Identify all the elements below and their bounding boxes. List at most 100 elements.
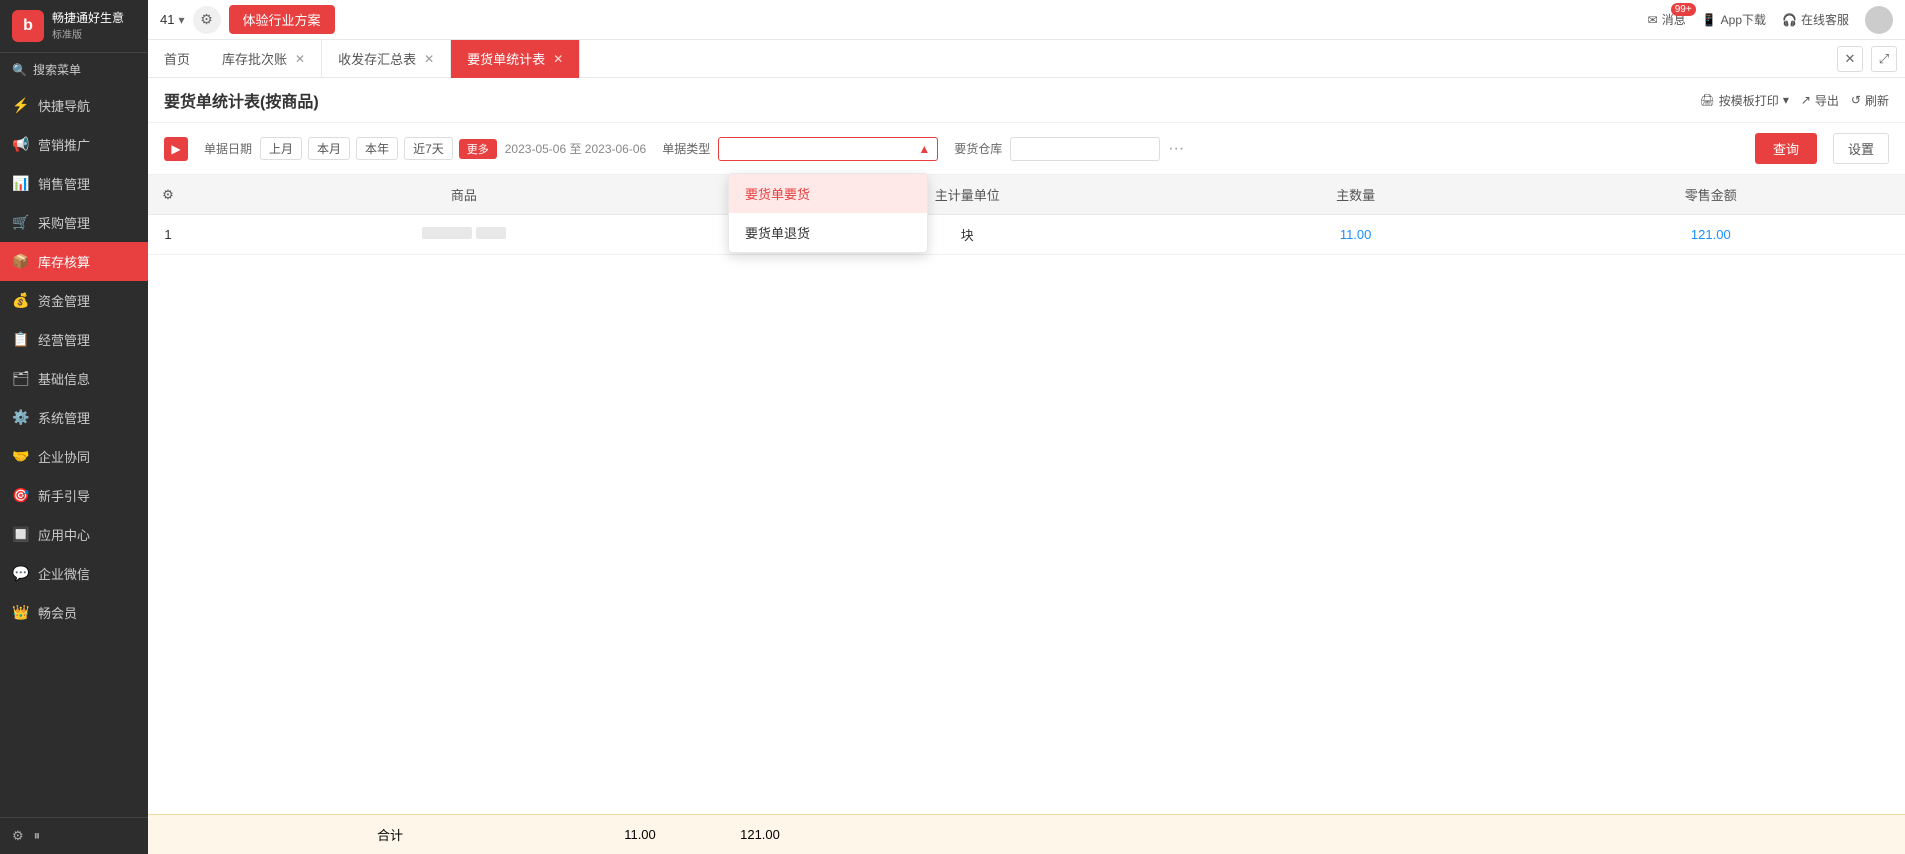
app-edition: 标准版 (52, 26, 124, 41)
sidebar-item-purchase[interactable]: 🛒 采购管理 (0, 203, 148, 242)
date-filter-label: 单据日期 (204, 140, 252, 157)
sidebar-guide-label: 新手引导 (38, 486, 90, 505)
sidebar-item-system[interactable]: ⚙️ 系统管理 (0, 398, 148, 437)
quantity-link[interactable]: 11.00 (1340, 227, 1372, 242)
sidebar-item-member[interactable]: 👑 畅会员 (0, 593, 148, 632)
date-range-display: 2023-05-06 至 2023-06-06 (505, 140, 646, 157)
company-selector[interactable]: 41 ▾ (160, 12, 185, 27)
warehouse-filter-input[interactable] (1010, 137, 1160, 161)
sidebar-settings-btn[interactable]: ⚙ (12, 828, 24, 844)
tab-requisition-stats[interactable]: 要货单统计表 ✕ (451, 40, 580, 78)
date-btn-last-7-days[interactable]: 近7天 (404, 137, 453, 160)
sidebar-operations-label: 经营管理 (38, 330, 90, 349)
company-number: 41 (160, 12, 174, 27)
date-btn-this-year[interactable]: 本年 (356, 137, 398, 160)
topbar-right: ✉ 消息 99+ 📱 App下载 🎧 在线客服 (1648, 6, 1893, 34)
page-actions: 🖨 按模板打印 ▾ ↗ 导出 ↺ 刷新 (1700, 92, 1889, 109)
trial-button[interactable]: 体验行业方案 (229, 5, 335, 34)
filter-expand-btn[interactable]: ▶ (164, 137, 188, 161)
table-row: 1 块 11.00 121.00 (148, 215, 1905, 255)
sidebar-member-label: 畅会员 (38, 603, 77, 622)
warehouse-more-btn[interactable]: ··· (1168, 140, 1184, 158)
date-more-btn[interactable]: 更多 (459, 139, 497, 159)
app-logo-icon: b (12, 10, 44, 42)
sidebar-item-search[interactable]: 🔍 搜索菜单 (0, 53, 148, 86)
refresh-label: 刷新 (1865, 92, 1889, 109)
query-button[interactable]: 查询 (1755, 133, 1817, 164)
download-icon: 📱 (1702, 13, 1717, 27)
sidebar-collapse-btn[interactable]: ⏸ (34, 828, 41, 844)
tab-receipt-summary-label: 收发存汇总表 (338, 49, 416, 68)
settings-button[interactable]: 设置 (1833, 133, 1889, 164)
tab-inventory-batch-close[interactable]: ✕ (295, 52, 305, 66)
data-table-container: ⚙ 商品 主计量单位 主数量 零售金额 (148, 175, 1905, 814)
sidebar-item-guide[interactable]: 🎯 新手引导 (0, 476, 148, 515)
sidebar-marketing-label: 营销推广 (38, 135, 90, 154)
sidebar-item-collab[interactable]: 🤝 企业协同 (0, 437, 148, 476)
message-btn[interactable]: ✉ 消息 99+ (1648, 11, 1686, 28)
sidebar-item-operations[interactable]: 📋 经营管理 (0, 320, 148, 359)
appcenter-icon: 🔲 (12, 526, 30, 543)
sidebar: b 畅捷通好生意 标准版 🔍 搜索菜单 ⚡ 快捷导航 📢 营销推广 📊 销售管理… (0, 0, 148, 854)
cell-product (188, 215, 740, 255)
sidebar-item-basic[interactable]: 🗂 基础信息 (0, 359, 148, 398)
sidebar-item-appcenter[interactable]: 🔲 应用中心 (0, 515, 148, 554)
settings-gear-btn[interactable]: ⚙ (193, 6, 221, 34)
type-dropdown: 要货单要货 要货单退货 (728, 173, 928, 253)
sidebar-item-wechat[interactable]: 💬 企业微信 (0, 554, 148, 593)
type-filter-input[interactable] (718, 137, 938, 161)
footer-amount: 121.00 (700, 827, 820, 842)
tabbar-close-all-btn[interactable]: ✕ (1837, 46, 1863, 72)
tab-receipt-summary-close[interactable]: ✕ (424, 52, 434, 66)
dropdown-item-requisition[interactable]: 要货单要货 (729, 174, 927, 213)
th-product: 商品 (188, 175, 740, 215)
quicknav-icon: ⚡ (12, 97, 30, 114)
table-footer: 合计 11.00 121.00 (148, 814, 1905, 854)
type-filter-label: 单据类型 (662, 140, 710, 157)
basic-icon: 🗂 (12, 370, 30, 387)
tabbar-expand-btn[interactable]: ⤢ (1871, 46, 1897, 72)
cell-quantity[interactable]: 11.00 (1195, 215, 1517, 255)
sales-icon: 📊 (12, 175, 30, 192)
tab-inventory-batch-label: 库存批次账 (222, 49, 287, 68)
dropdown-item-return[interactable]: 要货单退货 (729, 213, 927, 252)
print-btn[interactable]: 🖨 按模板打印 ▾ (1700, 92, 1789, 109)
marketing-icon: 📢 (12, 136, 30, 153)
tab-receipt-summary[interactable]: 收发存汇总表 ✕ (322, 40, 451, 78)
service-icon: 🎧 (1782, 13, 1797, 27)
sidebar-wechat-label: 企业微信 (38, 564, 90, 583)
tab-requisition-stats-close[interactable]: ✕ (553, 52, 563, 66)
user-avatar[interactable] (1865, 6, 1893, 34)
sidebar-item-quicknav[interactable]: ⚡ 快捷导航 (0, 86, 148, 125)
logo-text-group: 畅捷通好生意 标准版 (52, 11, 124, 42)
table-settings-icon[interactable]: ⚙ (162, 187, 174, 202)
sidebar-item-inventory[interactable]: 📦 库存核算 (0, 242, 148, 281)
purchase-icon: 🛒 (12, 214, 30, 231)
member-icon: 👑 (12, 604, 30, 621)
warehouse-filter-group: 要货仓库 ··· (954, 137, 1184, 161)
sidebar-item-finance[interactable]: 💰 资金管理 (0, 281, 148, 320)
sidebar-item-marketing[interactable]: 📢 营销推广 (0, 125, 148, 164)
page-title: 要货单统计表(按商品) (164, 88, 319, 112)
tab-home-label: 首页 (164, 49, 190, 68)
sidebar-item-sales[interactable]: 📊 销售管理 (0, 164, 148, 203)
export-label: 导出 (1815, 92, 1839, 109)
sidebar-system-label: 系统管理 (38, 408, 90, 427)
guide-icon: 🎯 (12, 487, 30, 504)
sidebar-purchase-label: 采购管理 (38, 213, 90, 232)
type-filter-arrow[interactable]: ▲ (918, 142, 930, 156)
tab-inventory-batch[interactable]: 库存批次账 ✕ (206, 40, 322, 78)
app-download-label: App下载 (1721, 11, 1766, 28)
sidebar-basic-label: 基础信息 (38, 369, 90, 388)
online-service-btn[interactable]: 🎧 在线客服 (1782, 11, 1849, 28)
app-download-btn[interactable]: 📱 App下载 (1702, 11, 1766, 28)
sidebar-quicknav-label: 快捷导航 (38, 96, 90, 115)
export-btn[interactable]: ↗ 导出 (1801, 92, 1839, 109)
th-settings[interactable]: ⚙ (148, 175, 188, 215)
date-btn-last-month[interactable]: 上月 (260, 137, 302, 160)
cell-amount[interactable]: 121.00 (1517, 215, 1905, 255)
amount-link[interactable]: 121.00 (1691, 227, 1731, 242)
tab-home[interactable]: 首页 (148, 40, 206, 78)
date-btn-this-month[interactable]: 本月 (308, 137, 350, 160)
refresh-btn[interactable]: ↺ 刷新 (1851, 92, 1889, 109)
